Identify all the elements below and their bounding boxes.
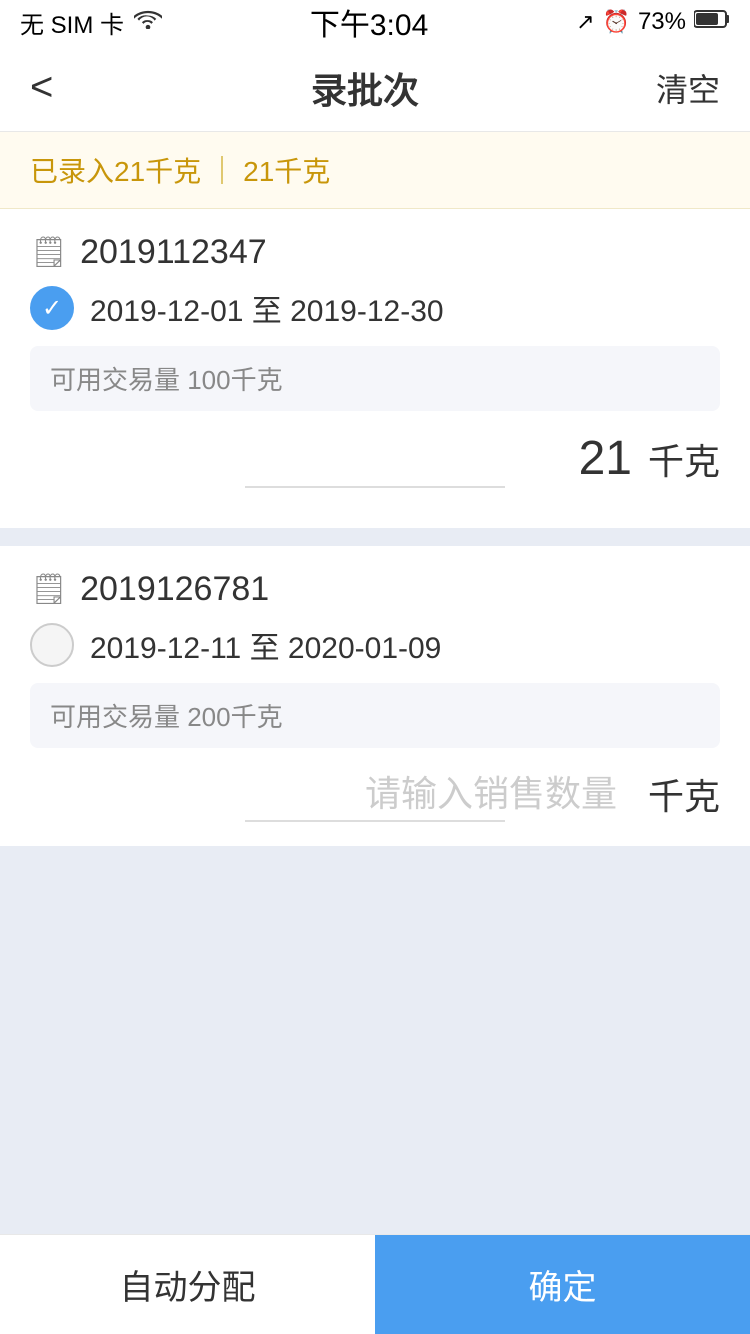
back-button[interactable]: <: [30, 65, 90, 110]
status-right: ↗ ⏰ 73%: [576, 8, 730, 36]
carrier-text: 无 SIM 卡: [20, 5, 124, 40]
batch-id-icon-1: 🗒: [30, 235, 68, 270]
batch-id-text-1: 2019112347: [80, 233, 267, 272]
batch-avail-1: 可用交易量 100千克: [30, 346, 720, 411]
quantity-unit-1: 千克: [648, 433, 720, 485]
radio-selected-1[interactable]: ✓: [30, 286, 74, 330]
batch-avail-2: 可用交易量 200千克: [30, 683, 720, 748]
summary-divider: [221, 156, 223, 184]
recorded-label: 已录入21千克: [30, 150, 201, 190]
batch-date-text-1: 2019-12-01 至 2019-12-30: [90, 286, 444, 330]
batch-id-row-1: 🗒 2019112347: [30, 233, 720, 272]
batch-date-row-2[interactable]: 2019-12-11 至 2020-01-09: [30, 623, 720, 667]
batch-date-row-1[interactable]: ✓ 2019-12-01 至 2019-12-30: [30, 286, 720, 330]
page-title: 录批次: [90, 62, 640, 114]
nav-bar: < 录批次 清空: [0, 44, 750, 132]
batch-card-1: 🗒 2019112347 ✓ 2019-12-01 至 2019-12-30 可…: [0, 209, 750, 528]
batch-header-1: 🗒 2019112347 ✓ 2019-12-01 至 2019-12-30 可…: [0, 209, 750, 411]
batch-id-icon-2: 🗒: [30, 572, 68, 607]
check-icon-1: ✓: [42, 294, 62, 323]
confirm-button[interactable]: 确定: [375, 1235, 750, 1334]
battery-text: 73%: [638, 8, 686, 36]
section-divider: [0, 528, 750, 546]
quantity-divider-1: [245, 486, 505, 488]
total-label: 21千克: [243, 150, 330, 190]
batch-card-2: 🗒 2019126781 2019-12-11 至 2020-01-09 可用交…: [0, 546, 750, 846]
status-left: 无 SIM 卡: [20, 5, 162, 40]
input-divider-2: [245, 820, 505, 822]
input-divider-wrapper-2: [0, 820, 750, 846]
quantity-divider-wrapper-1: [0, 486, 750, 528]
summary-banner: 已录入21千克 21千克: [0, 132, 750, 209]
quantity-value-1: 21: [579, 431, 632, 486]
quantity-input-2[interactable]: [252, 773, 632, 815]
batch-id-text-2: 2019126781: [80, 570, 269, 609]
batch-header-2: 🗒 2019126781 2019-12-11 至 2020-01-09 可用交…: [0, 546, 750, 748]
radio-unselected-2[interactable]: [30, 623, 74, 667]
batch-id-row-2: 🗒 2019126781: [30, 570, 720, 609]
status-bar: 无 SIM 卡 下午3:04 ↗ ⏰ 73%: [0, 0, 750, 44]
wifi-icon: [134, 8, 162, 36]
batch-date-text-2: 2019-12-11 至 2020-01-09: [90, 623, 441, 667]
clear-button[interactable]: 清空: [640, 65, 720, 111]
alarm-icon: ⏰: [603, 9, 630, 35]
bottom-bar: 自动分配 确定: [0, 1234, 750, 1334]
battery-icon: [694, 8, 730, 36]
quantity-row-1: 21 千克: [0, 411, 750, 486]
auto-distribute-button[interactable]: 自动分配: [0, 1235, 375, 1334]
input-unit-2: 千克: [648, 768, 720, 820]
empty-area: [0, 846, 750, 1286]
time-display: 下午3:04: [310, 0, 428, 44]
input-row-2: 千克: [0, 748, 750, 820]
location-icon: ↗: [576, 9, 594, 35]
